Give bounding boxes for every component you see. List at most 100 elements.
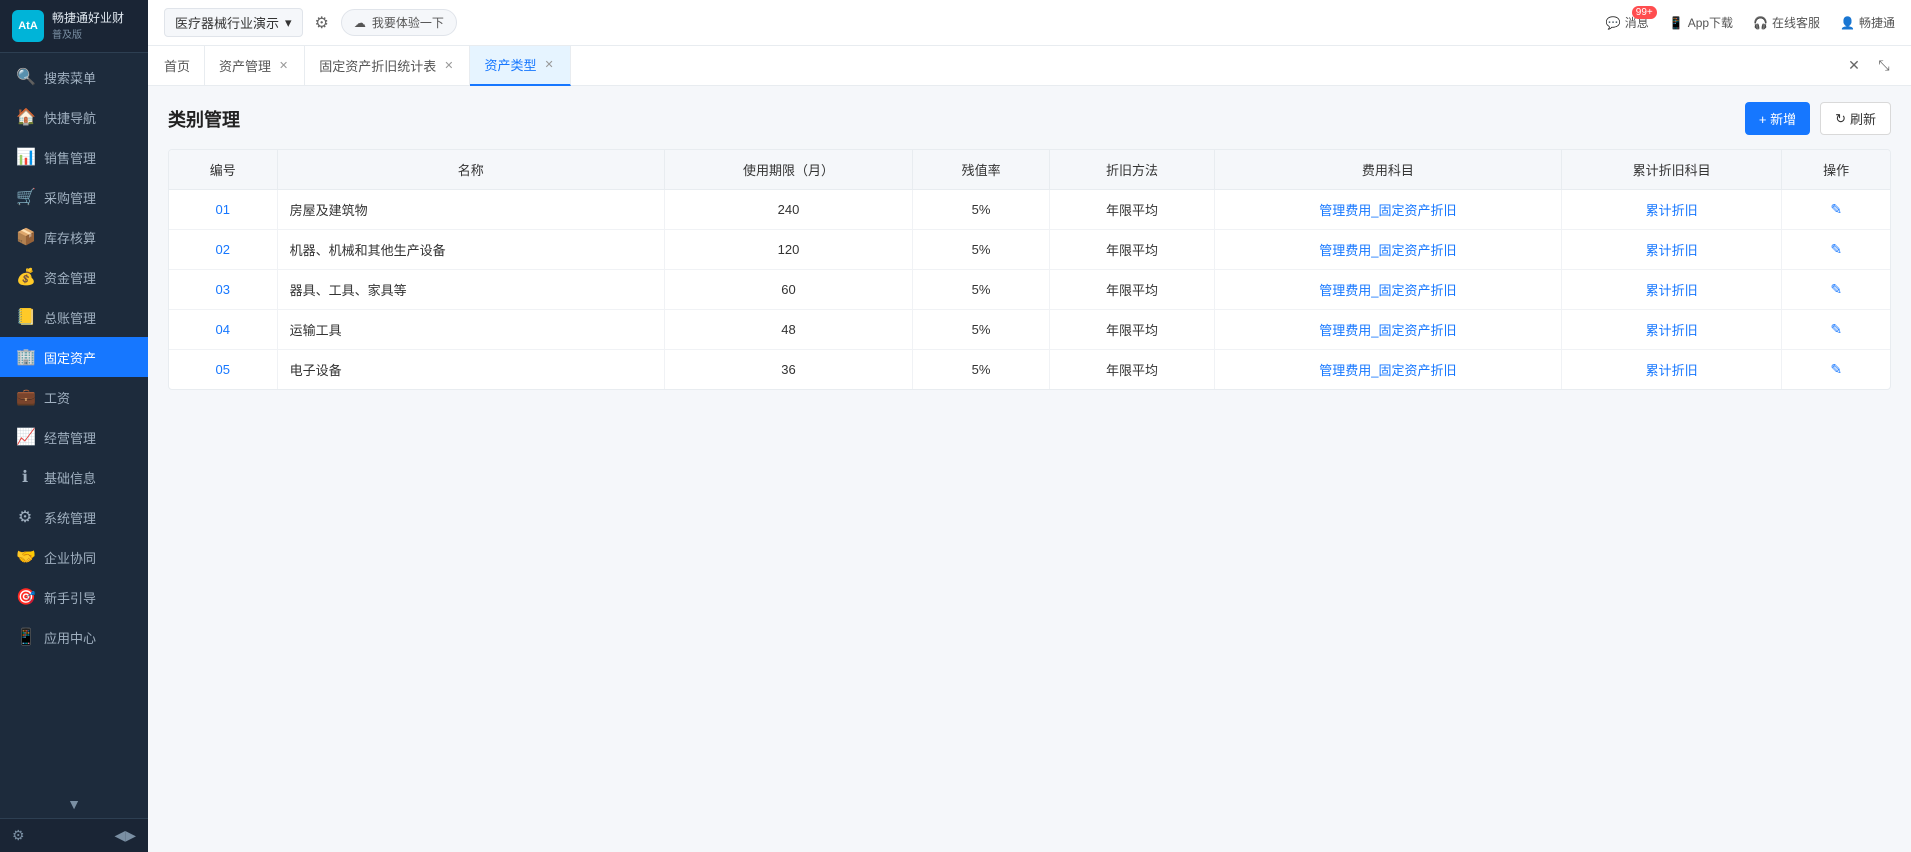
close-window-btn[interactable]: ✕ [1843,55,1865,77]
tab-close-fixed-asset-depreciation[interactable]: ✕ [442,58,455,73]
sidebar-icon-app-center: 📱 [16,627,34,647]
sidebar-label-quick-nav: 快捷导航 [44,108,96,127]
tab-close-asset-mgmt[interactable]: ✕ [277,58,290,73]
settings-icon[interactable]: ⚙ [12,827,25,844]
link-r4-c6[interactable]: 累计折旧 [1646,363,1698,378]
app-title: 畅捷通好业财 [52,11,124,27]
messages-badge: 99+ [1632,6,1657,19]
col-header-0: 编号 [169,150,277,190]
sidebar-item-quick-nav[interactable]: 🏠 快捷导航 [0,97,148,137]
link-r2-c5[interactable]: 管理费用_固定资产折旧 [1319,283,1456,298]
sidebar-item-guide[interactable]: 🎯 新手引导 [0,577,148,617]
link-r0-c5[interactable]: 管理费用_固定资产折旧 [1319,203,1456,218]
messages-button[interactable]: 💬 消息 99+ [1606,14,1649,31]
experience-button[interactable]: ☁ 我要体验一下 [341,9,457,36]
cell-r4-c2: 36 [664,350,912,390]
cell-r0-c1: 房屋及建筑物 [277,190,664,230]
page-title: 类别管理 [168,106,240,132]
cell-r0-c0: 01 [169,190,277,230]
app-download-button[interactable]: 📱 App下载 [1669,14,1733,31]
cell-r1-c6: 累计折旧 [1561,230,1781,270]
link-r1-c6[interactable]: 累计折旧 [1646,243,1698,258]
sidebar-icon-finance: 💰 [16,267,34,287]
sidebar-label-sales: 销售管理 [44,148,96,167]
link-r1-c5[interactable]: 管理费用_固定资产折旧 [1319,243,1456,258]
sidebar-item-sales[interactable]: 📊 销售管理 [0,137,148,177]
sidebar-icon-guide: 🎯 [16,587,34,607]
cell-r2-c2: 60 [664,270,912,310]
tab-label-home: 首页 [164,56,190,75]
sidebar-icon-search: 🔍 [16,67,34,87]
table-header-row: 编号名称使用期限（月）残值率折旧方法费用科目累计折旧科目操作 [169,150,1890,190]
edit-btn-3[interactable]: ✎ [1830,321,1842,337]
refresh-icon: ↻ [1835,111,1846,127]
sidebar-item-fixed-assets[interactable]: 🏢 固定资产 [0,337,148,377]
sidebar-icon-operations: 📈 [16,427,34,447]
tab-asset-mgmt[interactable]: 资产管理✕ [205,46,305,86]
cell-r3-c6: 累计折旧 [1561,310,1781,350]
sidebar-item-basic-info[interactable]: ℹ 基础信息 [0,457,148,497]
sidebar-label-general-ledger: 总账管理 [44,308,96,327]
edit-btn-2[interactable]: ✎ [1830,281,1842,297]
tab-asset-type[interactable]: 资产类型✕ [470,46,570,86]
sidebar-item-inventory[interactable]: 📦 库存核算 [0,217,148,257]
sidebar: AtA 畅捷通好业财 普及版 🔍 搜索菜单 🏠 快捷导航 📊 销售管理 🛒 采购… [0,0,148,852]
link-r2-c6[interactable]: 累计折旧 [1646,283,1698,298]
sidebar-item-payroll[interactable]: 💼 工资 [0,377,148,417]
customer-service-button[interactable]: 🎧 在线客服 [1753,14,1820,31]
company-name: 医疗器械行业演示 [175,13,279,32]
content-area: 类别管理 + 新增 ↻ 刷新 编号名称使用期限（月）残值率折旧方法费用科目累计折… [148,86,1911,852]
tab-home[interactable]: 首页 [164,46,205,86]
edit-btn-1[interactable]: ✎ [1830,241,1842,257]
cell-r0-c2: 240 [664,190,912,230]
sidebar-nav: 🔍 搜索菜单 🏠 快捷导航 📊 销售管理 🛒 采购管理 📦 库存核算 💰 资金管… [0,53,148,790]
sidebar-item-operations[interactable]: 📈 经营管理 [0,417,148,457]
edit-btn-4[interactable]: ✎ [1830,361,1842,377]
cell-r1-c3: 5% [913,230,1050,270]
sidebar-label-finance: 资金管理 [44,268,96,287]
refresh-button[interactable]: ↻ 刷新 [1820,102,1891,135]
user-avatar-button[interactable]: 👤 畅捷通 [1840,14,1895,31]
cell-r3-c1: 运输工具 [277,310,664,350]
tab-fixed-asset-depreciation[interactable]: 固定资产折旧统计表 ✕ [305,46,470,86]
link-r3-c5[interactable]: 管理费用_固定资产折旧 [1319,323,1456,338]
sidebar-item-enterprise[interactable]: 🤝 企业协同 [0,537,148,577]
table-row: 03器具、工具、家具等605%年限平均管理费用_固定资产折旧累计折旧✎ [169,270,1890,310]
tab-label-fixed-asset-depreciation: 固定资产折旧统计表 [319,56,436,75]
sidebar-item-app-center[interactable]: 📱 应用中心 [0,617,148,657]
cell-r2-c0: 03 [169,270,277,310]
sidebar-item-finance[interactable]: 💰 资金管理 [0,257,148,297]
link-r4-c5[interactable]: 管理费用_固定资产折旧 [1319,363,1456,378]
code-link-1[interactable]: 02 [216,242,230,257]
sidebar-icon-payroll: 💼 [16,387,34,407]
asset-type-table: 编号名称使用期限（月）残值率折旧方法费用科目累计折旧科目操作 01 房屋及建筑物2… [168,149,1891,390]
col-header-1: 名称 [277,150,664,190]
sidebar-label-search: 搜索菜单 [44,68,96,87]
sidebar-item-general-ledger[interactable]: 📒 总账管理 [0,297,148,337]
link-r0-c6[interactable]: 累计折旧 [1646,203,1698,218]
code-link-3[interactable]: 04 [216,322,230,337]
app-subtitle: 普及版 [52,26,124,41]
tab-close-asset-type[interactable]: ✕ [543,57,556,72]
cell-r0-c5: 管理费用_固定资产折旧 [1214,190,1561,230]
sidebar-scroll-down[interactable]: ▼ [0,790,148,818]
cell-r0-c4: 年限平均 [1050,190,1215,230]
cell-r3-op: ✎ [1782,310,1890,350]
page-actions: + 新增 ↻ 刷新 [1745,102,1891,135]
collapse-icon[interactable]: ◀▶ [114,827,136,844]
code-link-2[interactable]: 03 [216,282,230,297]
maximize-window-btn[interactable]: ⤡ [1873,55,1895,77]
edit-btn-0[interactable]: ✎ [1830,201,1842,217]
new-button[interactable]: + 新增 [1745,102,1810,135]
sidebar-item-purchase[interactable]: 🛒 采购管理 [0,177,148,217]
code-link-4[interactable]: 05 [216,362,230,377]
code-link-0[interactable]: 01 [216,202,230,217]
message-icon: 💬 [1606,16,1621,30]
company-selector[interactable]: 医疗器械行业演示 ▾ [164,8,303,37]
cell-r4-c1: 电子设备 [277,350,664,390]
topbar-settings-icon[interactable]: ⚙ [315,13,329,33]
table-row: 02机器、机械和其他生产设备1205%年限平均管理费用_固定资产折旧累计折旧✎ [169,230,1890,270]
link-r3-c6[interactable]: 累计折旧 [1646,323,1698,338]
sidebar-item-search[interactable]: 🔍 搜索菜单 [0,57,148,97]
sidebar-item-system[interactable]: ⚙ 系统管理 [0,497,148,537]
